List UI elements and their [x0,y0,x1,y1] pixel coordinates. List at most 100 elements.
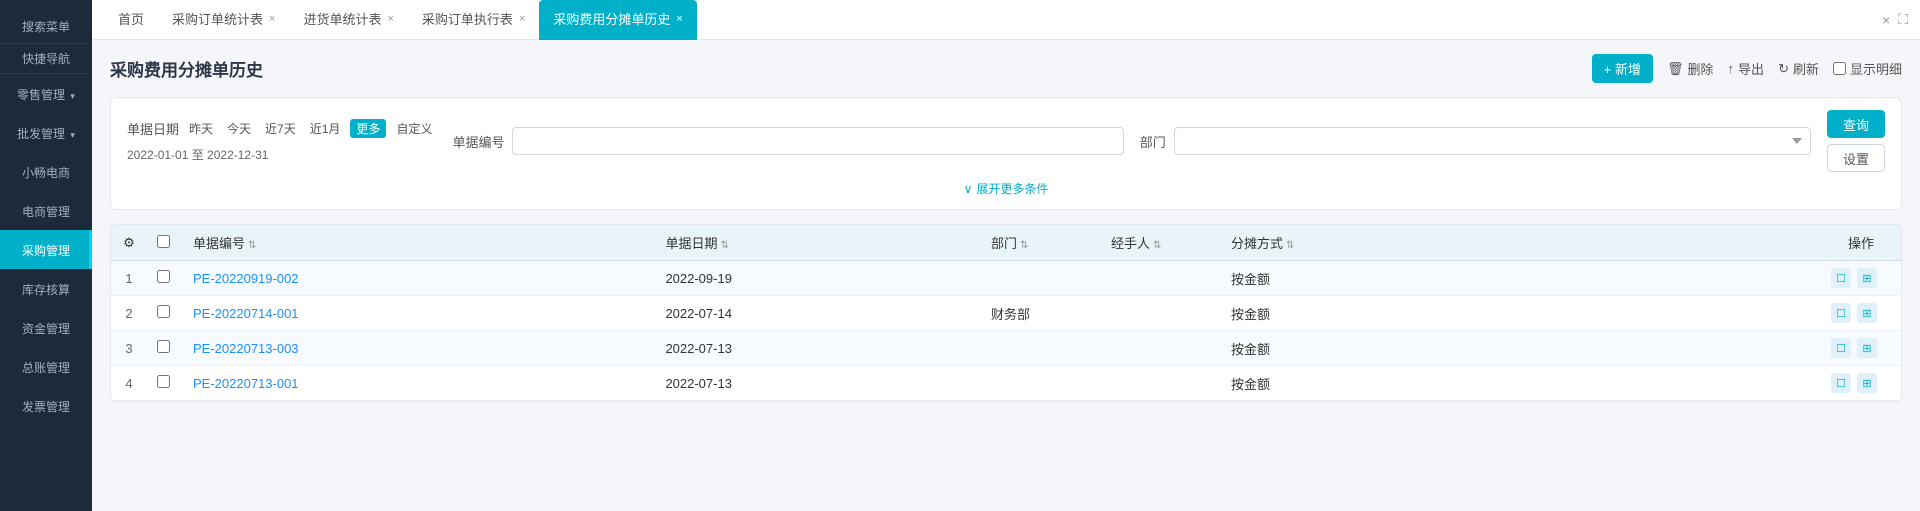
show-columns-checkbox[interactable] [1833,62,1846,75]
date-shortcuts: 昨天 今天 近7天 近1月 更多 自定义 [185,119,436,138]
row-doc-date: 2022-07-14 [655,296,981,331]
add-button[interactable]: + 新增 [1592,54,1653,83]
export-icon: ↑ [1728,61,1735,76]
close-tab-purchase-cost-history[interactable]: × [676,13,682,25]
row-checkbox[interactable] [157,305,170,318]
detail-icon[interactable]: ⊞ [1857,338,1877,358]
view-icon[interactable]: ☐ [1831,303,1851,323]
row-checkbox[interactable] [157,270,170,283]
tab-inbound-stats[interactable]: 进货单统计表 × [289,0,407,40]
col-dept[interactable]: 部门⇅ [981,225,1101,261]
view-icon[interactable]: ☐ [1831,338,1851,358]
data-table: ⚙ 单据编号⇅ 单据日期⇅ 部门⇅ [110,224,1902,402]
col-doc-date[interactable]: 单据日期⇅ [655,225,981,261]
row-split-method: 按金额 [1221,366,1821,401]
detail-icon[interactable]: ⊞ [1857,268,1877,288]
refresh-button[interactable]: ↻ 刷新 [1778,59,1819,78]
select-all-checkbox[interactable] [157,235,170,248]
sidebar-item-search[interactable]: 搜索菜单 [0,10,92,44]
row-checkbox[interactable] [157,375,170,388]
view-icon[interactable]: ☐ [1831,268,1851,288]
sidebar-item-invoice[interactable]: 发票管理 [0,386,92,425]
row-doc-num: PE-20220919-002 [183,261,655,296]
sidebar: 搜索菜单 快捷导航 零售管理 ▾ 批发管理 ▾ 小畅电商 电商管理 采购管理 库… [0,0,92,511]
row-checkbox-cell [147,331,183,366]
row-checkbox[interactable] [157,340,170,353]
dept-select[interactable]: 财务部 [1174,127,1811,155]
close-tab-inbound-stats[interactable]: × [387,13,393,25]
tab-home[interactable]: 首页 [104,0,158,40]
expand-button[interactable]: ∨ 展开更多条件 [964,180,1049,197]
shortcut-more[interactable]: 更多 [350,119,386,138]
table-row: 3 PE-20220713-003 2022-07-13 按金额 ☐ ⊞ [111,331,1901,366]
doc-num-input[interactable] [512,127,1123,155]
tab-bar: 首页 采购订单统计表 × 进货单统计表 × 采购订单执行表 × 采购费用分摊单历… [92,0,1920,40]
doc-num-label: 单据编号 [452,132,504,151]
row-doc-num: PE-20220714-001 [183,296,655,331]
sidebar-item-ecommerce[interactable]: 电商管理 [0,191,92,230]
shortcut-yesterday[interactable]: 昨天 [185,119,217,138]
row-checkbox-cell [147,261,183,296]
delete-icon: 🗑 [1667,61,1684,77]
shortcut-1month[interactable]: 近1月 [306,119,345,138]
shortcut-custom[interactable]: 自定义 [392,119,436,138]
shortcut-7days[interactable]: 近7天 [261,119,300,138]
main-content: 首页 采购订单统计表 × 进货单统计表 × 采购订单执行表 × 采购费用分摊单历… [92,0,1920,511]
chevron-down-icon: ∨ [964,182,973,196]
table-row: 1 PE-20220919-002 2022-09-19 按金额 ☐ ⊞ [111,261,1901,296]
doc-num-link[interactable]: PE-20220713-001 [193,376,299,391]
doc-num-link[interactable]: PE-20220713-003 [193,341,299,356]
row-doc-date: 2022-07-13 [655,331,981,366]
show-columns-toggle[interactable]: 显示明细 [1833,59,1902,78]
shortcut-today[interactable]: 今天 [223,119,255,138]
row-split-method: 按金额 [1221,331,1821,366]
setting-button[interactable]: 设置 [1827,144,1885,172]
tab-purchase-cost-history[interactable]: 采购费用分摊单历史 × [539,0,696,40]
table-header-row: ⚙ 单据编号⇅ 单据日期⇅ 部门⇅ [111,225,1901,261]
detail-icon[interactable]: ⊞ [1857,373,1877,393]
delete-button[interactable]: 🗑 删除 [1667,59,1714,78]
page-title: 采购费用分摊单历史 [110,56,263,81]
row-dept [981,261,1101,296]
doc-num-link[interactable]: PE-20220714-001 [193,306,299,321]
sidebar-item-purchase[interactable]: 采购管理 [0,230,92,269]
table-row: 2 PE-20220714-001 2022-07-14 财务部 按金额 ☐ ⊞ [111,296,1901,331]
row-number: 2 [111,296,147,331]
sidebar-item-inventory[interactable]: 库存核算 [0,269,92,308]
row-doc-num: PE-20220713-001 [183,366,655,401]
filter-buttons: 查询 设置 [1827,110,1885,172]
close-tab-purchase-order-exec[interactable]: × [519,13,525,25]
doc-num-filter-field: 单据编号 [452,127,1123,155]
sidebar-item-retail[interactable]: 零售管理 ▾ [0,74,92,113]
date-filter-group: 单据日期 昨天 今天 近7天 近1月 更多 自定义 2022-01-01 至 2… [127,119,436,163]
row-doc-num: PE-20220713-003 [183,331,655,366]
sidebar-item-quick-nav[interactable]: 快捷导航 [0,44,92,74]
export-button[interactable]: ↑ 导出 [1728,59,1765,78]
row-doc-date: 2022-07-13 [655,366,981,401]
sidebar-item-wholesale[interactable]: 批发管理 ▾ [0,113,92,152]
maximize-icon[interactable]: ⛶ [1898,11,1908,28]
col-settings[interactable]: ⚙ [111,225,147,261]
sidebar-item-ledger[interactable]: 总账管理 [0,347,92,386]
close-all-tabs-icon[interactable]: × [1882,12,1890,28]
sidebar-item-finance[interactable]: 资金管理 [0,308,92,347]
row-handler [1101,366,1221,401]
row-dept [981,366,1101,401]
row-number: 4 [111,366,147,401]
col-handler[interactable]: 经手人⇅ [1101,225,1221,261]
row-actions: ☐ ⊞ [1821,296,1901,331]
col-action: 操作 [1821,225,1901,261]
view-icon[interactable]: ☐ [1831,373,1851,393]
col-split-method[interactable]: 分摊方式⇅ [1221,225,1821,261]
sidebar-item-mini-shop[interactable]: 小畅电商 [0,152,92,191]
query-button[interactable]: 查询 [1827,110,1885,138]
date-range-display: 2022-01-01 至 2022-12-31 [127,146,436,163]
refresh-icon: ↻ [1778,61,1789,77]
close-tab-purchase-order-stats[interactable]: × [269,13,275,25]
detail-icon[interactable]: ⊞ [1857,303,1877,323]
doc-num-link[interactable]: PE-20220919-002 [193,271,299,286]
tab-purchase-order-exec[interactable]: 采购订单执行表 × [408,0,539,40]
toolbar: + 新增 🗑 删除 ↑ 导出 ↻ 刷新 显示明细 [1592,54,1902,83]
tab-purchase-order-stats[interactable]: 采购订单统计表 × [158,0,289,40]
col-doc-num[interactable]: 单据编号⇅ [183,225,655,261]
